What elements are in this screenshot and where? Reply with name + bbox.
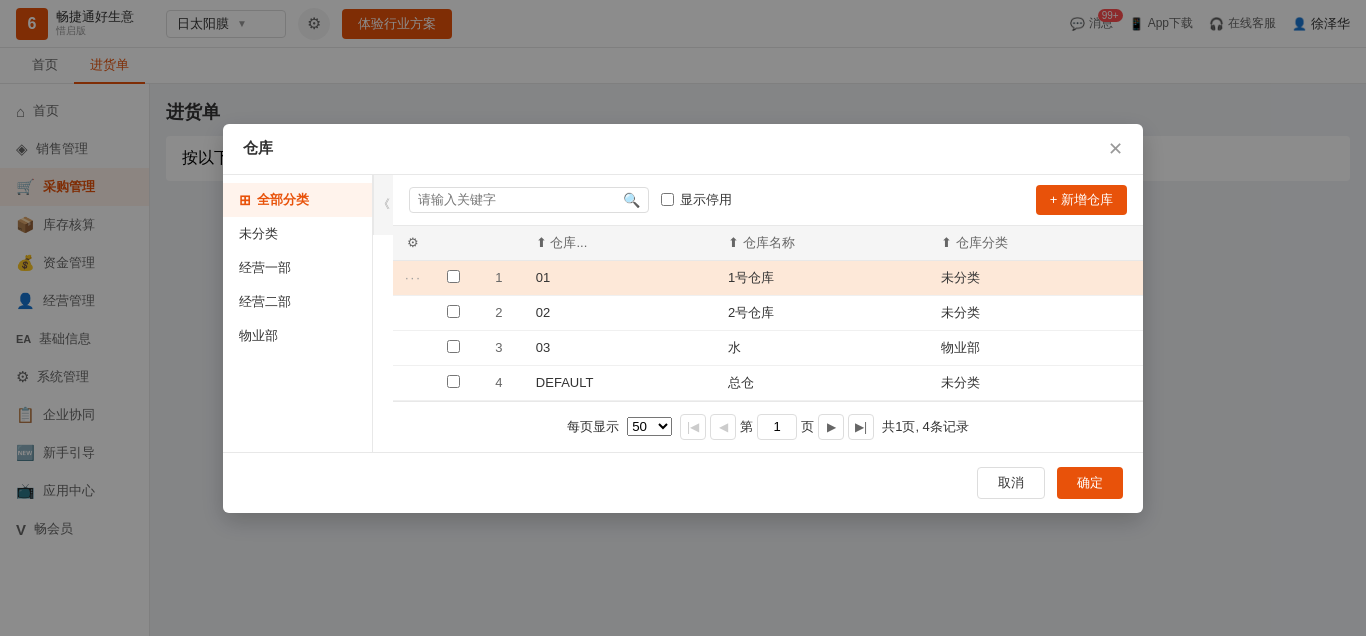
modal-toolbar: 🔍 显示停用 + 新增仓库 — [393, 175, 1143, 226]
row-number-cell: 3 — [474, 330, 524, 365]
cat-uncategorized[interactable]: 未分类 — [223, 217, 372, 251]
row-code-cell: 02 — [524, 295, 716, 330]
row-number-cell: 4 — [474, 365, 524, 400]
grid-icon: ⊞ — [239, 192, 251, 208]
row-code-cell: 03 — [524, 330, 716, 365]
warehouse-modal: 仓库 ✕ ⊞ 全部分类 未分类 经营一部 经营二部 — [223, 124, 1143, 513]
cat-property-label: 物业部 — [239, 328, 278, 343]
row-checkbox-cell[interactable] — [434, 295, 474, 330]
sort-icon: ⬆ — [536, 235, 547, 250]
row-name-cell: 水 — [716, 330, 930, 365]
modal-overlay: 仓库 ✕ ⊞ 全部分类 未分类 经营一部 经营二部 — [0, 0, 1366, 636]
page-label: 第 — [740, 418, 753, 436]
total-info: 共1页, 4条记录 — [882, 418, 969, 436]
row-number-cell: 1 — [474, 260, 524, 295]
table-row[interactable]: 3 03 水 物业部 — [393, 330, 1143, 365]
row-number-cell: 2 — [474, 295, 524, 330]
row-dots[interactable]: ··· — [405, 270, 422, 285]
show-disabled-text: 显示停用 — [680, 191, 732, 209]
row-code-cell: 01 — [524, 260, 716, 295]
cat-all[interactable]: ⊞ 全部分类 — [223, 183, 372, 217]
category-sidebar: ⊞ 全部分类 未分类 经营一部 经营二部 物业部 — [223, 175, 373, 452]
row-checkbox-cell[interactable] — [434, 330, 474, 365]
row-checkbox[interactable] — [447, 270, 460, 283]
prev-page-btn[interactable]: ◀ — [710, 414, 736, 440]
modal-footer: 取消 确定 — [223, 452, 1143, 513]
col-check — [434, 226, 474, 261]
per-page-label: 每页显示 — [567, 418, 619, 436]
col-gear: ⚙ — [393, 226, 434, 261]
cat-dept1[interactable]: 经营一部 — [223, 251, 372, 285]
pagination: 每页显示 50 100 200 |◀ ◀ 第 页 ▶ ▶| — [393, 401, 1143, 452]
modal-title: 仓库 — [243, 139, 273, 158]
row-name-cell: 1号仓库 — [716, 260, 930, 295]
col-code[interactable]: ⬆ 仓库... — [524, 226, 716, 261]
row-name-cell: 2号仓库 — [716, 295, 930, 330]
row-checkbox[interactable] — [447, 340, 460, 353]
modal-main: 🔍 显示停用 + 新增仓库 ⚙ — [393, 175, 1143, 452]
modal-header: 仓库 ✕ — [223, 124, 1143, 175]
per-page-select[interactable]: 50 100 200 — [627, 417, 672, 436]
page-input[interactable] — [757, 414, 797, 440]
row-gear-cell — [393, 365, 434, 400]
row-gear-cell: ··· — [393, 260, 434, 295]
first-page-btn[interactable]: |◀ — [680, 414, 706, 440]
sort-icon2: ⬆ — [728, 235, 739, 250]
next-page-btn[interactable]: ▶ — [818, 414, 844, 440]
show-disabled-label[interactable]: 显示停用 — [661, 191, 732, 209]
modal-body: ⊞ 全部分类 未分类 经营一部 经营二部 物业部 《 — [223, 175, 1143, 452]
row-checkbox-cell[interactable] — [434, 365, 474, 400]
col-category[interactable]: ⬆ 仓库分类 — [929, 226, 1143, 261]
row-category-cell: 未分类 — [929, 295, 1143, 330]
row-checkbox[interactable] — [447, 375, 460, 388]
cat-dept2-label: 经营二部 — [239, 294, 291, 309]
modal-close-button[interactable]: ✕ — [1108, 138, 1123, 160]
table-row[interactable]: 4 DEFAULT 总仓 未分类 — [393, 365, 1143, 400]
row-category-cell: 未分类 — [929, 365, 1143, 400]
col-name[interactable]: ⬆ 仓库名称 — [716, 226, 930, 261]
page-unit: 页 — [801, 418, 814, 436]
page-nav: |◀ ◀ 第 页 ▶ ▶| — [680, 414, 874, 440]
confirm-button[interactable]: 确定 — [1057, 467, 1123, 499]
search-input[interactable] — [418, 192, 617, 207]
search-box: 🔍 — [409, 187, 649, 213]
row-code-cell: DEFAULT — [524, 365, 716, 400]
table-header-row: ⚙ ⬆ 仓库... ⬆ 仓库名称 ⬆ 仓库分类 — [393, 226, 1143, 261]
table-row[interactable]: ··· 1 01 1号仓库 未分类 — [393, 260, 1143, 295]
cat-dept2[interactable]: 经营二部 — [223, 285, 372, 319]
cat-property[interactable]: 物业部 — [223, 319, 372, 353]
col-num — [474, 226, 524, 261]
cat-all-label: 全部分类 — [257, 191, 309, 209]
cat-dept1-label: 经营一部 — [239, 260, 291, 275]
cancel-button[interactable]: 取消 — [977, 467, 1045, 499]
search-icon: 🔍 — [623, 192, 640, 208]
add-warehouse-button[interactable]: + 新增仓库 — [1036, 185, 1127, 215]
warehouse-table: ⚙ ⬆ 仓库... ⬆ 仓库名称 ⬆ 仓库分类 — [393, 226, 1143, 401]
row-checkbox-cell[interactable] — [434, 260, 474, 295]
row-category-cell: 物业部 — [929, 330, 1143, 365]
row-gear-cell — [393, 295, 434, 330]
last-page-btn[interactable]: ▶| — [848, 414, 874, 440]
cat-uncategorized-label: 未分类 — [239, 226, 278, 241]
sort-icon3: ⬆ — [941, 235, 952, 250]
collapse-sidebar-button[interactable]: 《 — [373, 175, 393, 235]
table-row[interactable]: 2 02 2号仓库 未分类 — [393, 295, 1143, 330]
row-checkbox[interactable] — [447, 305, 460, 318]
row-gear-cell — [393, 330, 434, 365]
row-category-cell: 未分类 — [929, 260, 1143, 295]
row-name-cell: 总仓 — [716, 365, 930, 400]
show-disabled-checkbox[interactable] — [661, 193, 674, 206]
